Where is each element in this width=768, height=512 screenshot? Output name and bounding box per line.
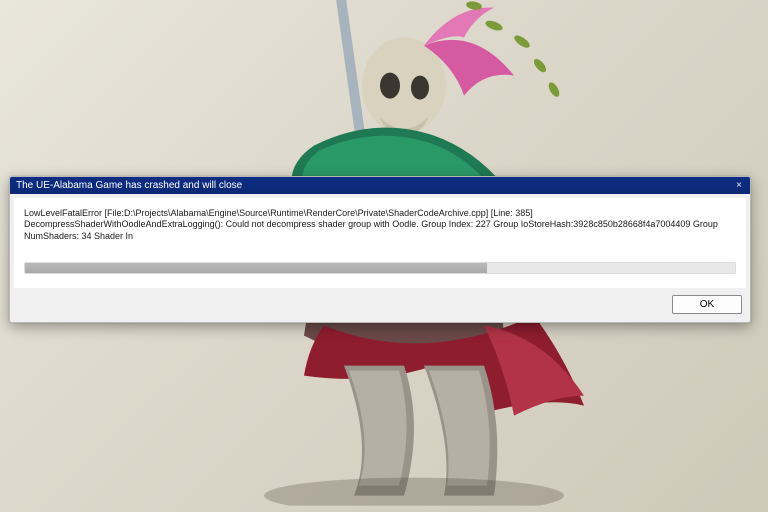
crash-dialog: The UE-Alabama Game has crashed and will… bbox=[9, 176, 751, 323]
progress-fill bbox=[25, 263, 487, 273]
dialog-body: LowLevelFatalError [File:D:\Projects\Ala… bbox=[14, 198, 746, 288]
dialog-footer: OK bbox=[10, 288, 750, 322]
error-line-2: DecompressShaderWithOodleAndExtraLogging… bbox=[24, 219, 720, 240]
ok-button[interactable]: OK bbox=[672, 295, 742, 314]
error-message: LowLevelFatalError [File:D:\Projects\Ala… bbox=[24, 208, 736, 242]
close-button[interactable]: × bbox=[730, 179, 748, 193]
window-title: The UE-Alabama Game has crashed and will… bbox=[16, 180, 730, 191]
progress-bar bbox=[24, 262, 736, 274]
titlebar: The UE-Alabama Game has crashed and will… bbox=[10, 177, 750, 194]
error-line-1: LowLevelFatalError [File:D:\Projects\Ala… bbox=[24, 208, 533, 218]
